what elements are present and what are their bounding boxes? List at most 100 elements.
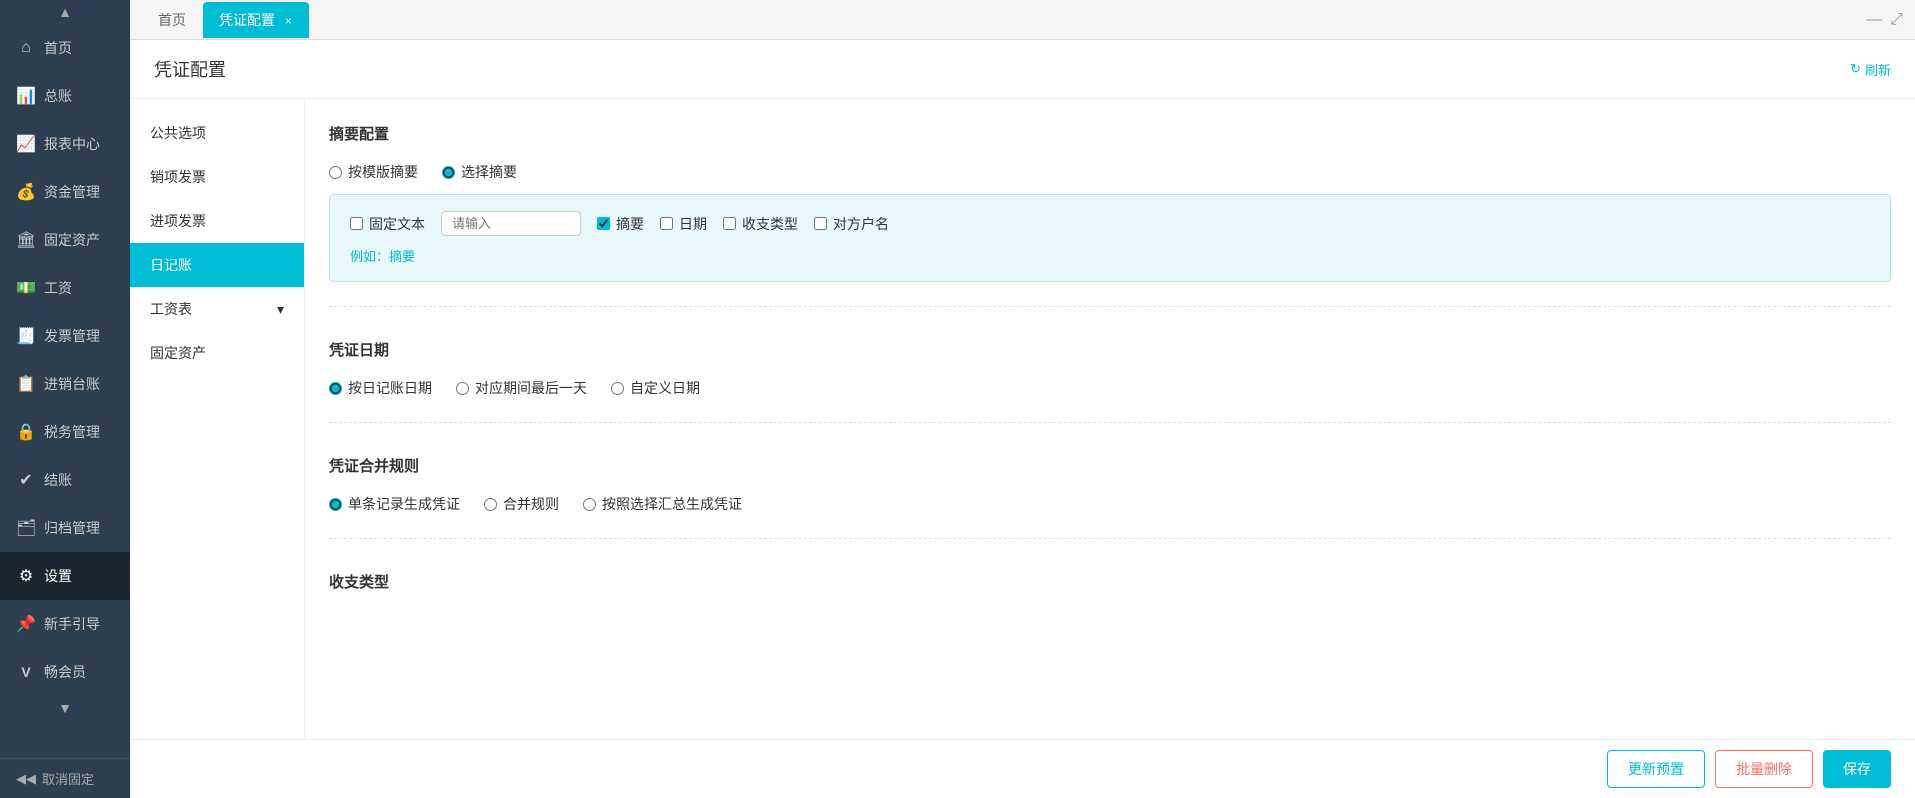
checkbox-summary-input[interactable] bbox=[597, 217, 610, 230]
checkbox-summary-label[interactable]: 摘要 bbox=[597, 214, 644, 234]
save-button[interactable]: 保存 bbox=[1823, 750, 1891, 788]
page-header: 凭证配置 ↻ 刷新 bbox=[130, 40, 1915, 99]
left-nav-journal[interactable]: 日记账 bbox=[130, 243, 304, 287]
sidebar-item-vip-label: 畅会员 bbox=[44, 662, 86, 682]
sidebar-item-checkout-label: 结账 bbox=[44, 470, 72, 490]
unpin-icon: ◀◀ bbox=[16, 771, 36, 787]
voucher-date-section: 凭证日期 按日记账日期 对应期间最后一天 自定义日期 bbox=[329, 339, 1891, 423]
radio-single-label[interactable]: 单条记录生成凭证 bbox=[329, 494, 460, 514]
radio-custom-date-input[interactable] bbox=[611, 382, 624, 395]
radio-select-merge-text: 按照选择汇总生成凭证 bbox=[602, 494, 742, 514]
sidebar-item-tax[interactable]: 🔒 税务管理 bbox=[0, 408, 130, 456]
sidebar-item-assets[interactable]: 🏛 固定资产 bbox=[0, 216, 130, 264]
left-nav: 公共选项 销项发票 进项发票 日记账 工资表 ▾ 固定资产 bbox=[130, 99, 305, 739]
left-nav-payroll-table-label: 工资表 bbox=[150, 299, 192, 319]
sidebar: ▲ ⌂ 首页 📊 总账 📈 报表中心 💰 资金管理 🏛 固定资产 💵 工资 🧾 … bbox=[0, 0, 130, 798]
checkbox-counterpart-text: 对方户名 bbox=[833, 214, 889, 234]
checkbox-fixed-text-label[interactable]: 固定文本 bbox=[350, 214, 425, 234]
merge-rules-radio-group: 单条记录生成凭证 合并规则 按照选择汇总生成凭证 bbox=[329, 494, 1891, 514]
checkbox-income-type-input[interactable] bbox=[723, 217, 736, 230]
radio-template-input[interactable] bbox=[329, 166, 342, 179]
radio-select-input[interactable] bbox=[442, 166, 455, 179]
left-nav-sales[interactable]: 销项发票 bbox=[130, 155, 304, 199]
tax-icon: 🔒 bbox=[16, 422, 36, 442]
settings-icon: ⚙ bbox=[16, 566, 36, 586]
minimize-icon[interactable]: — bbox=[1866, 11, 1882, 29]
hint-prefix: 例如： bbox=[350, 249, 389, 264]
radio-merge-input[interactable] bbox=[484, 498, 497, 511]
left-nav-public[interactable]: 公共选项 bbox=[130, 111, 304, 155]
sidebar-unpin-label: 取消固定 bbox=[42, 769, 94, 788]
checkbox-fixed-text: 固定文本 bbox=[369, 214, 425, 234]
sidebar-item-ledger[interactable]: 📊 总账 bbox=[0, 72, 130, 120]
sidebar-item-home[interactable]: ⌂ 首页 bbox=[0, 24, 130, 72]
checkbox-counterpart-input[interactable] bbox=[814, 217, 827, 230]
sidebar-item-reports[interactable]: 📈 报表中心 bbox=[0, 120, 130, 168]
sidebar-item-checkout[interactable]: ✔ 结账 bbox=[0, 456, 130, 504]
radio-period-last-label[interactable]: 对应期间最后一天 bbox=[456, 378, 587, 398]
right-content: 摘要配置 按模版摘要 选择摘要 固定文本 bbox=[305, 99, 1915, 739]
sidebar-item-tax-label: 税务管理 bbox=[44, 422, 100, 442]
left-nav-fixed-assets[interactable]: 固定资产 bbox=[130, 331, 304, 375]
radio-template-text: 按模版摘要 bbox=[348, 162, 418, 182]
radio-single-input[interactable] bbox=[329, 498, 342, 511]
maximize-icon[interactable]: ⤢ bbox=[1890, 11, 1903, 29]
radio-select-merge-input[interactable] bbox=[583, 498, 596, 511]
left-nav-payroll-table[interactable]: 工资表 ▾ bbox=[130, 287, 304, 331]
fixed-text-input[interactable] bbox=[441, 211, 581, 236]
checkbox-counterpart-label[interactable]: 对方户名 bbox=[814, 214, 889, 234]
sidebar-item-archive[interactable]: 🗂 归档管理 bbox=[0, 504, 130, 552]
reports-icon: 📈 bbox=[16, 134, 36, 154]
left-nav-sales-label: 销项发票 bbox=[150, 167, 206, 187]
radio-select-label[interactable]: 选择摘要 bbox=[442, 162, 517, 182]
summary-radio-group: 按模版摘要 选择摘要 bbox=[329, 162, 1891, 182]
sidebar-item-invoice[interactable]: 🧾 发票管理 bbox=[0, 312, 130, 360]
radio-template-label[interactable]: 按模版摘要 bbox=[329, 162, 418, 182]
batch-delete-button[interactable]: 批量删除 bbox=[1715, 750, 1813, 788]
tab-close-icon[interactable]: × bbox=[285, 14, 292, 28]
summary-config-box: 固定文本 摘要 日期 收支类型 bbox=[329, 194, 1891, 282]
merge-rules-section: 凭证合并规则 单条记录生成凭证 合并规则 按照选择汇总生成凭证 bbox=[329, 455, 1891, 539]
sidebar-item-vip[interactable]: V 畅会员 bbox=[0, 648, 130, 696]
radio-select-merge-label[interactable]: 按照选择汇总生成凭证 bbox=[583, 494, 742, 514]
sidebar-item-payroll[interactable]: 💵 工资 bbox=[0, 264, 130, 312]
update-preview-button[interactable]: 更新预置 bbox=[1607, 750, 1705, 788]
sidebar-item-funds-label: 资金管理 bbox=[44, 182, 100, 202]
checkbox-date-label[interactable]: 日期 bbox=[660, 214, 707, 234]
left-nav-fixed-assets-label: 固定资产 bbox=[150, 343, 206, 363]
sidebar-item-reports-label: 报表中心 bbox=[44, 134, 100, 154]
checkbox-date-input[interactable] bbox=[660, 217, 673, 230]
bottom-bar: 更新预置 批量删除 保存 bbox=[130, 739, 1915, 798]
sidebar-item-guide[interactable]: 📌 新手引导 bbox=[0, 600, 130, 648]
summary-config-title: 摘要配置 bbox=[329, 123, 1891, 144]
sidebar-unpin-button[interactable]: ◀◀ 取消固定 bbox=[0, 758, 130, 798]
sidebar-item-payroll-label: 工资 bbox=[44, 278, 72, 298]
left-nav-purchase-invoice[interactable]: 进项发票 bbox=[130, 199, 304, 243]
radio-merge-label[interactable]: 合并规则 bbox=[484, 494, 559, 514]
sidebar-scroll-up[interactable]: ▲ bbox=[0, 0, 130, 24]
guide-icon: 📌 bbox=[16, 614, 36, 634]
sidebar-item-settings[interactable]: ⚙ 设置 bbox=[0, 552, 130, 600]
sidebar-scroll-down[interactable]: ▼ bbox=[0, 696, 130, 720]
merge-rules-title: 凭证合并规则 bbox=[329, 455, 1891, 476]
checkbox-income-type-label[interactable]: 收支类型 bbox=[723, 214, 798, 234]
sidebar-item-purchase[interactable]: 📋 进销台账 bbox=[0, 360, 130, 408]
radio-journal-date-input[interactable] bbox=[329, 382, 342, 395]
tab-voucher-config[interactable]: 凭证配置 × bbox=[203, 2, 309, 38]
checkbox-fixed-text-input[interactable] bbox=[350, 217, 363, 230]
income-type-section: 收支类型 bbox=[329, 571, 1891, 634]
sidebar-item-funds[interactable]: 💰 资金管理 bbox=[0, 168, 130, 216]
sidebar-item-assets-label: 固定资产 bbox=[44, 230, 100, 250]
checkbox-date-text: 日期 bbox=[679, 214, 707, 234]
tab-home[interactable]: 首页 bbox=[142, 2, 203, 38]
radio-journal-date-label[interactable]: 按日记账日期 bbox=[329, 378, 432, 398]
radio-custom-date-label[interactable]: 自定义日期 bbox=[611, 378, 700, 398]
sidebar-item-ledger-label: 总账 bbox=[44, 86, 72, 106]
checkout-icon: ✔ bbox=[16, 470, 36, 490]
vip-icon: V bbox=[16, 664, 36, 680]
purchase-icon: 📋 bbox=[16, 374, 36, 394]
radio-period-last-input[interactable] bbox=[456, 382, 469, 395]
radio-custom-date-text: 自定义日期 bbox=[630, 378, 700, 398]
checkbox-summary-text: 摘要 bbox=[616, 214, 644, 234]
refresh-button[interactable]: ↻ 刷新 bbox=[1850, 60, 1891, 79]
